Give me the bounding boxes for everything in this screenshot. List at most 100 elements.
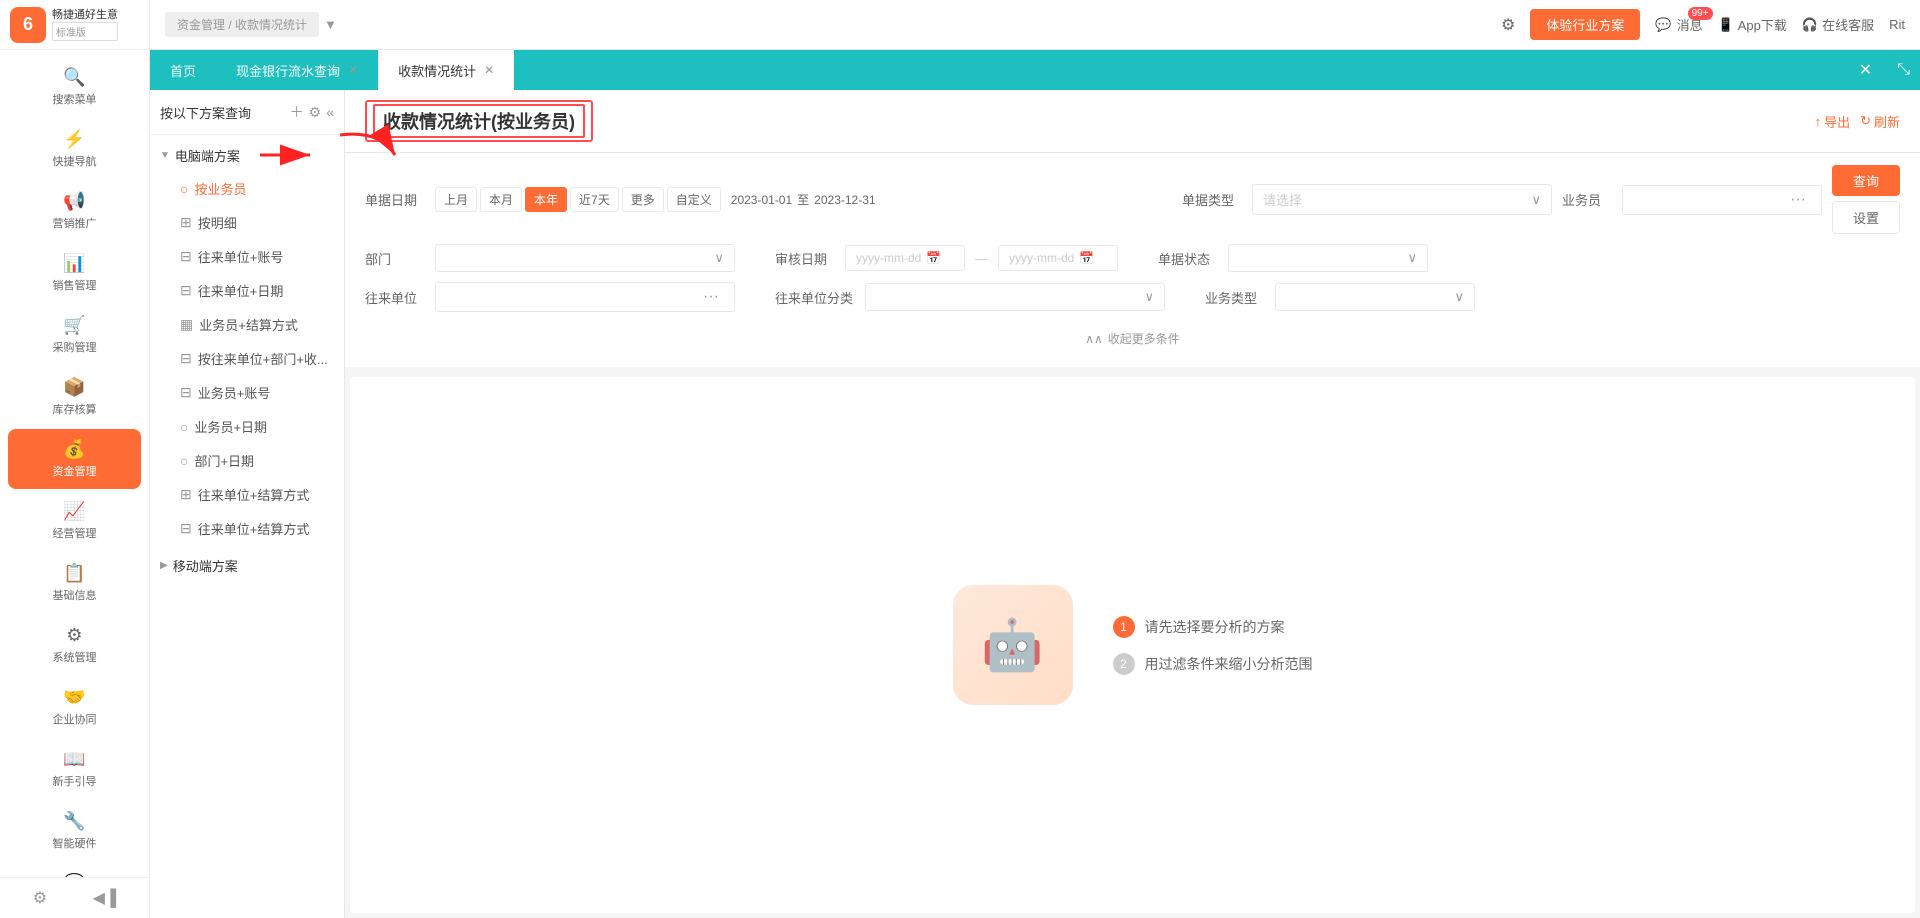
topbar-user[interactable]: Rit (1889, 17, 1905, 32)
date-btn-自定义[interactable]: 自定义 (667, 187, 721, 212)
tab-home[interactable]: 首页 (150, 50, 216, 90)
breadcrumb-item-1[interactable]: 资金管理 / 收款情况统计 (165, 12, 319, 37)
tree-item-业务员+日期[interactable]: ○业务员+日期 (155, 410, 339, 443)
collapse-sidebar-icon[interactable]: ◀▐ (93, 888, 117, 908)
tree-item-按业务员[interactable]: ○按业务员 (155, 172, 339, 205)
counterparty-more-icon[interactable]: ··· (698, 288, 724, 306)
sidebar-icon: 📢 (63, 191, 85, 212)
close-all-tabs-icon[interactable]: ✕ (1844, 60, 1887, 80)
tree-item-往来单位+账号[interactable]: ⊟往来单位+账号 (155, 240, 339, 273)
salesperson-label: 业务员 (1562, 190, 1612, 209)
sidebar-label: 销售管理 (53, 277, 97, 293)
setting-button[interactable]: 设置 (1832, 201, 1900, 234)
app-download-icon: 📱 (1718, 17, 1734, 33)
left-panel: 按以下方案查询 ＋ ⚙ « ▼电脑端方案○按业务员⊞按明细⊟往来单位+账号⊟往来… (150, 90, 345, 918)
tree-item-按明细[interactable]: ⊞按明细 (155, 206, 339, 239)
tree-section-label: 电脑端方案 (175, 146, 240, 165)
tree-section-header[interactable]: ▶移动端方案 (150, 550, 344, 581)
doc-type-label: 单据类型 (1182, 190, 1242, 209)
tree-item-业务员+账号[interactable]: ⊟业务员+账号 (155, 376, 339, 409)
sidebar-item-新手引导[interactable]: 📖新手引导 (8, 739, 141, 799)
page-content: 按以下方案查询 ＋ ⚙ « ▼电脑端方案○按业务员⊞按明细⊟往来单位+账号⊟往来… (150, 90, 1920, 918)
sidebar-icon: 🤝 (63, 687, 85, 708)
tree-item-业务员+结算方式[interactable]: ▦业务员+结算方式 (155, 308, 339, 341)
tab-collection-stats-close[interactable]: ✕ (484, 63, 494, 77)
tree-item-label: 往来单位+结算方式 (198, 485, 310, 504)
sidebar-item-基础信息[interactable]: 📋基础信息 (8, 553, 141, 613)
trial-button[interactable]: 体验行业方案 (1530, 9, 1640, 40)
settings-bottom-icon[interactable]: ⚙ (33, 888, 47, 908)
date-label: 单据日期 (365, 190, 425, 209)
topbar-app-download[interactable]: 📱 App下载 (1718, 15, 1787, 34)
sidebar-item-资金管理[interactable]: 💰资金管理 (8, 429, 141, 489)
counterparty-select[interactable]: ··· (435, 282, 735, 312)
sidebar-item-系统管理[interactable]: ⚙系统管理 (8, 615, 141, 675)
hint-item-1: 1 请先选择要分析的方案 (1113, 616, 1313, 638)
refresh-icon: ↻ (1860, 113, 1871, 129)
tree-item-往来单位+结算方式[interactable]: ⊞往来单位+结算方式 (155, 478, 339, 511)
sidebar-item-经营管理[interactable]: 📈经营管理 (8, 491, 141, 551)
doc-type-select[interactable]: 请选择 ∨ (1252, 184, 1552, 215)
counterparty-category-select[interactable]: ∨ (865, 283, 1165, 311)
breadcrumb: 资金管理 / 收款情况统计 ▼ (165, 12, 1486, 37)
topbar-online-service[interactable]: 🎧 在线客服 (1802, 15, 1874, 34)
calendar-from-icon[interactable]: 📅 (926, 251, 941, 265)
tree-item-往来单位+日期[interactable]: ⊟往来单位+日期 (155, 274, 339, 307)
sidebar-item-采购管理[interactable]: 🛒采购管理 (8, 305, 141, 365)
date-btn-更多[interactable]: 更多 (622, 187, 664, 212)
query-button[interactable]: 查询 (1832, 165, 1900, 196)
doc-status-select[interactable]: ∨ (1228, 244, 1428, 272)
left-panel-collapse-icon[interactable]: « (326, 104, 334, 120)
sidebar-item-搜索菜单[interactable]: 🔍搜索菜单 (8, 57, 141, 117)
tree-section-header[interactable]: ▼电脑端方案 (150, 140, 344, 171)
sidebar-item-快捷导航[interactable]: ⚡快捷导航 (8, 119, 141, 179)
date-btn-上月[interactable]: 上月 (435, 187, 477, 212)
tab-collection-stats[interactable]: 收款情况统计 ✕ (378, 50, 514, 90)
sidebar-label: 经营管理 (53, 525, 97, 541)
salesperson-more-icon[interactable]: ··· (1785, 191, 1811, 209)
refresh-button[interactable]: ↻ 刷新 (1860, 112, 1900, 131)
date-btn-本月[interactable]: 本月 (480, 187, 522, 212)
tree-item-icon: ⊟ (180, 520, 192, 537)
date-btn-近7天[interactable]: 近7天 (570, 187, 619, 212)
sidebar-item-营销推广[interactable]: 📢营销推广 (8, 181, 141, 241)
dept-arrow-icon: ∨ (714, 250, 724, 266)
tab-bank-flow-close[interactable]: ✕ (348, 63, 358, 77)
tree-item-部门+日期[interactable]: ○部门+日期 (155, 444, 339, 477)
breadcrumb-dropdown-icon[interactable]: ▼ (324, 17, 337, 32)
audit-date-from-input[interactable]: yyyy-mm-dd 📅 (845, 245, 965, 271)
tree-item-label: 往来单位+结算方式 (198, 519, 310, 538)
export-button[interactable]: ↑ 导出 (1815, 112, 1851, 131)
doc-status-arrow-icon: ∨ (1407, 250, 1417, 266)
left-panel-add-icon[interactable]: ＋ (290, 102, 304, 122)
sidebar-label: 智能硬件 (53, 835, 97, 851)
app-logo: 6 畅捷通好生意 标准版 (0, 0, 149, 50)
audit-date-to-input[interactable]: yyyy-mm-dd 📅 (998, 245, 1118, 271)
left-panel-body: ▼电脑端方案○按业务员⊞按明细⊟往来单位+账号⊟往来单位+日期▦业务员+结算方式… (150, 135, 344, 918)
date-btn-本年[interactable]: 本年 (525, 187, 567, 212)
topbar-messages[interactable]: 💬 消息 99+ (1655, 15, 1702, 34)
salesperson-select[interactable]: ··· (1622, 185, 1822, 215)
sidebar-item-销售管理[interactable]: 📊销售管理 (8, 243, 141, 303)
topbar: 资金管理 / 收款情况统计 ▼ ⚙ 体验行业方案 💬 消息 99+ 📱 App下… (150, 0, 1920, 50)
calendar-to-icon[interactable]: 📅 (1079, 251, 1094, 265)
sidebar-item-库存核算[interactable]: 📦库存核算 (8, 367, 141, 427)
sidebar-item-智能硬件[interactable]: 🔧智能硬件 (8, 801, 141, 861)
sidebar-icon: 📋 (63, 563, 85, 584)
topbar-settings-icon[interactable]: ⚙ (1501, 15, 1515, 35)
expand-tabs-icon[interactable]: ⤡ (1887, 61, 1920, 79)
tree-item-往来单位+结算方式[interactable]: ⊟ 往来单位+结算方式 (155, 512, 339, 545)
tree-item-按往来单位+部门+收...[interactable]: ⊟按往来单位+部门+收... (155, 342, 339, 375)
sidebar-item-企业微信[interactable]: 💬企业微信 (8, 863, 141, 877)
tab-bank-flow[interactable]: 现金银行流水查询 ✕ (216, 50, 378, 90)
biz-type-select[interactable]: ∨ (1275, 283, 1475, 311)
dept-select[interactable]: ∨ (435, 244, 735, 272)
tree-item-icon: ⊟ (180, 350, 192, 367)
sidebar-label: 系统管理 (53, 649, 97, 665)
collapse-filter-button[interactable]: ∧∧ 收起更多条件 (365, 322, 1900, 355)
sidebar-label: 搜索菜单 (53, 91, 97, 107)
left-panel-settings-icon[interactable]: ⚙ (309, 104, 322, 121)
sidebar-item-企业协同[interactable]: 🤝企业协同 (8, 677, 141, 737)
hint-num-2: 2 (1113, 653, 1135, 675)
tabbar: 首页 现金银行流水查询 ✕ 收款情况统计 ✕ ✕ ⤡ (150, 50, 1920, 90)
